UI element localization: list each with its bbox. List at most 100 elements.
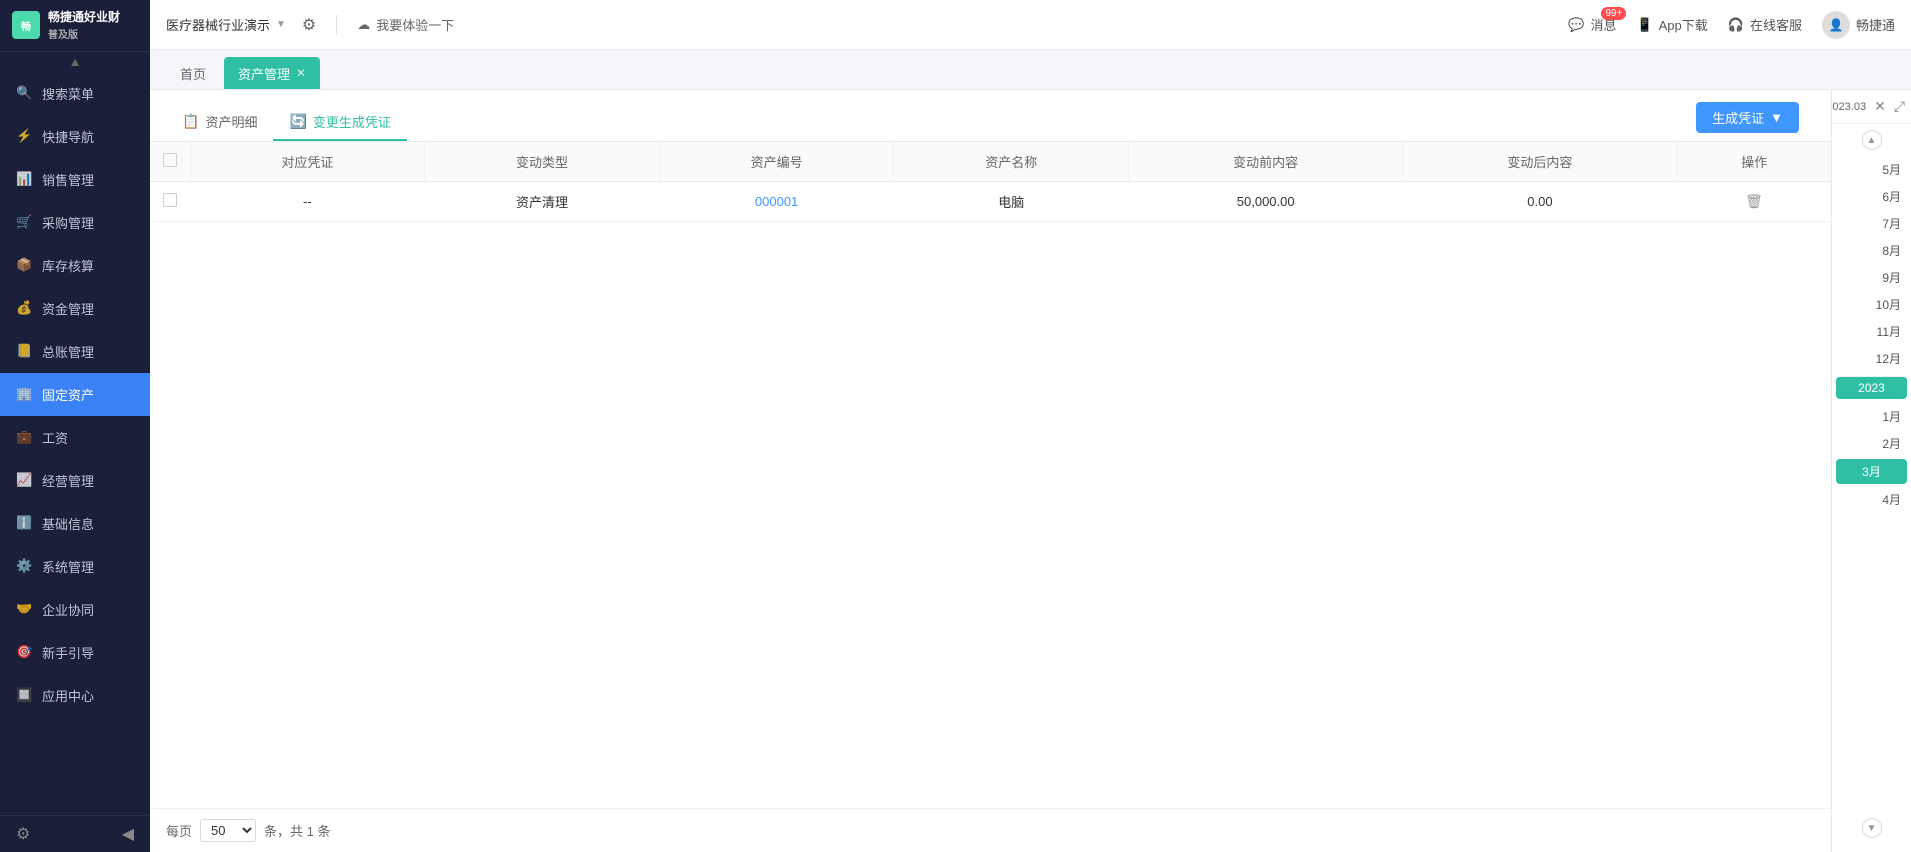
month-2023-4[interactable]: 4月 — [1832, 486, 1911, 513]
sidebar-item-ledger[interactable]: 📒 总账管理 — [0, 330, 150, 373]
settings-icon[interactable]: ⚙ — [16, 824, 30, 844]
timeline-close-button[interactable]: ✕ — [1874, 98, 1886, 115]
sidebar-item-inventory[interactable]: 📦 库存核算 — [0, 244, 150, 287]
col-asset-code: 资产编号 — [659, 142, 894, 182]
inventory-icon: 📦 — [16, 257, 32, 273]
generate-voucher-button[interactable]: 生成凭证 ▼ — [1696, 102, 1799, 133]
year-2023-label: 2023 — [1836, 376, 1907, 399]
row-checkbox[interactable] — [163, 193, 177, 207]
month-2023-3[interactable]: 3月 — [1836, 459, 1907, 484]
sidebar-label-operations: 经营管理 — [42, 471, 94, 490]
app-download-icon: 📱 — [1636, 17, 1652, 33]
generate-btn-label: 生成凭证 — [1712, 108, 1764, 127]
month-9[interactable]: 9月 — [1832, 264, 1911, 291]
select-all-header[interactable] — [150, 142, 190, 182]
guide-icon: 🎯 — [16, 644, 32, 660]
tab-close-icon[interactable]: ✕ — [296, 66, 306, 80]
app-download-label: App下载 — [1659, 15, 1708, 34]
collaboration-icon: 🤝 — [16, 601, 32, 617]
logo-text-block: 畅捷通好业财 普及版 — [48, 10, 120, 41]
cell-voucher: -- — [190, 182, 425, 222]
timeline-expand-button[interactable]: ⤢ — [1894, 98, 1905, 115]
month-7[interactable]: 7月 — [1832, 210, 1911, 237]
logo-icon: 畅 — [12, 11, 40, 39]
main-area: 医疗器械行业演示 ▼ ⚙ ☁ 我要体验一下 💬 消息 99+ 📱 App下载 🎧… — [150, 0, 1911, 852]
sidebar-item-fixed-assets[interactable]: 🏢 固定资产 — [0, 373, 150, 416]
content-area: 📋 资产明细 🔄 变更生成凭证 生成凭证 ▼ — [150, 90, 1911, 852]
timeline-scroll-down[interactable]: ▼ — [1832, 812, 1911, 852]
message-button[interactable]: 💬 消息 99+ — [1568, 15, 1616, 34]
scroll-down-icon[interactable]: ▼ — [1862, 818, 1882, 838]
sidebar-menu: 🔍 搜索菜单 ⚡ 快捷导航 📊 销售管理 🛒 采购管理 📦 库存核算 💰 资金管… — [0, 72, 150, 815]
sidebar-label-guide: 新手引导 — [42, 643, 94, 662]
sidebar-label-payroll: 工资 — [42, 428, 68, 447]
content-inner: 📋 资产明细 🔄 变更生成凭证 生成凭证 ▼ — [150, 90, 1831, 852]
month-2023-1[interactable]: 1月 — [1832, 403, 1911, 430]
collapse-icon[interactable]: ◀ — [122, 824, 134, 844]
month-11[interactable]: 11月 — [1832, 318, 1911, 345]
company-settings-icon[interactable]: ⚙ — [302, 15, 316, 35]
sidebar-item-collaboration[interactable]: 🤝 企业协同 — [0, 588, 150, 631]
cell-asset-name: 电脑 — [894, 182, 1129, 222]
company-name: 医疗器械行业演示 — [166, 15, 270, 34]
sidebar-item-system[interactable]: ⚙️ 系统管理 — [0, 545, 150, 588]
scroll-up-icon[interactable]: ▲ — [1862, 130, 1882, 150]
sidebar-item-purchase[interactable]: 🛒 采购管理 — [0, 201, 150, 244]
customer-service-icon: 🎧 — [1728, 17, 1744, 33]
month-8[interactable]: 8月 — [1832, 237, 1911, 264]
subtab-change-voucher-label: 变更生成凭证 — [313, 112, 391, 131]
delete-row-button[interactable]: 🗑 — [1745, 193, 1763, 209]
user-avatar[interactable]: 👤 畅捷通 — [1822, 11, 1895, 39]
sidebar-item-sales[interactable]: 📊 销售管理 — [0, 158, 150, 201]
sidebar-item-guide[interactable]: 🎯 新手引导 — [0, 631, 150, 674]
message-badge: 99+ — [1601, 7, 1626, 20]
app-download-button[interactable]: 📱 App下载 — [1636, 15, 1707, 34]
experience-label: 我要体验一下 — [376, 15, 454, 34]
month-2023-2[interactable]: 2月 — [1832, 430, 1911, 457]
tab-home[interactable]: 首页 — [166, 57, 220, 89]
sidebar-label-search: 搜索菜单 — [42, 84, 94, 103]
timeline-panel: 2023.03 ✕ ⤢ ▲ 5月 6月 7月 8月 9月 — [1831, 90, 1911, 852]
basic-info-icon: ℹ️ — [16, 515, 32, 531]
sidebar-item-search[interactable]: 🔍 搜索菜单 — [0, 72, 150, 115]
cloud-icon: ☁ — [357, 17, 370, 33]
timeline-scroll-up[interactable]: ▲ — [1832, 124, 1911, 156]
sidebar-scroll-up[interactable]: ▲ — [0, 52, 150, 72]
select-all-checkbox[interactable] — [163, 153, 177, 167]
sidebar-label-quicknav: 快捷导航 — [42, 127, 94, 146]
subtab-change-voucher[interactable]: 🔄 变更生成凭证 — [273, 104, 406, 141]
change-voucher-icon: 🔄 — [289, 113, 306, 130]
sidebar-item-apps[interactable]: 🔲 应用中心 — [0, 674, 150, 717]
col-voucher: 对应凭证 — [190, 142, 425, 182]
sidebar-item-payroll[interactable]: 💼 工资 — [0, 416, 150, 459]
col-after: 变动后内容 — [1403, 142, 1677, 182]
subtab-asset-detail[interactable]: 📋 资产明细 — [166, 104, 273, 141]
tab-asset-management[interactable]: 资产管理 ✕ — [224, 57, 320, 89]
company-selector[interactable]: 医疗器械行业演示 ▼ — [166, 15, 286, 34]
per-page-label: 每页 — [166, 821, 192, 840]
sidebar-item-operations[interactable]: 📈 经营管理 — [0, 459, 150, 502]
tab-home-label: 首页 — [180, 64, 206, 83]
experience-button[interactable]: ☁ 我要体验一下 — [357, 15, 454, 34]
customer-service-button[interactable]: 🎧 在线客服 — [1728, 15, 1802, 34]
sidebar-label-collaboration: 企业协同 — [42, 600, 94, 619]
month-12[interactable]: 12月 — [1832, 345, 1911, 372]
table-area: 对应凭证 变动类型 资产编号 资产名称 — [150, 142, 1831, 808]
asset-table: 对应凭证 变动类型 资产编号 资产名称 — [150, 142, 1831, 222]
message-icon: 💬 — [1568, 17, 1584, 33]
sidebar-item-funds[interactable]: 💰 资金管理 — [0, 287, 150, 330]
month-5[interactable]: 5月 — [1832, 156, 1911, 183]
sidebar-label-fixed-assets: 固定资产 — [42, 385, 94, 404]
tab-bar: 首页 资产管理 ✕ — [150, 50, 1911, 90]
per-page-select[interactable]: 50 10 20 100 — [200, 819, 256, 842]
month-6[interactable]: 6月 — [1832, 183, 1911, 210]
sidebar-item-quicknav[interactable]: ⚡ 快捷导航 — [0, 115, 150, 158]
month-10[interactable]: 10月 — [1832, 291, 1911, 318]
topbar-divider — [336, 15, 337, 35]
sidebar-item-basic-info[interactable]: ℹ️ 基础信息 — [0, 502, 150, 545]
sidebar-label-funds: 资金管理 — [42, 299, 94, 318]
row-checkbox-cell[interactable] — [150, 182, 190, 222]
ledger-icon: 📒 — [16, 343, 32, 359]
cell-after: 0.00 — [1403, 182, 1677, 222]
cell-before: 50,000.00 — [1129, 182, 1403, 222]
